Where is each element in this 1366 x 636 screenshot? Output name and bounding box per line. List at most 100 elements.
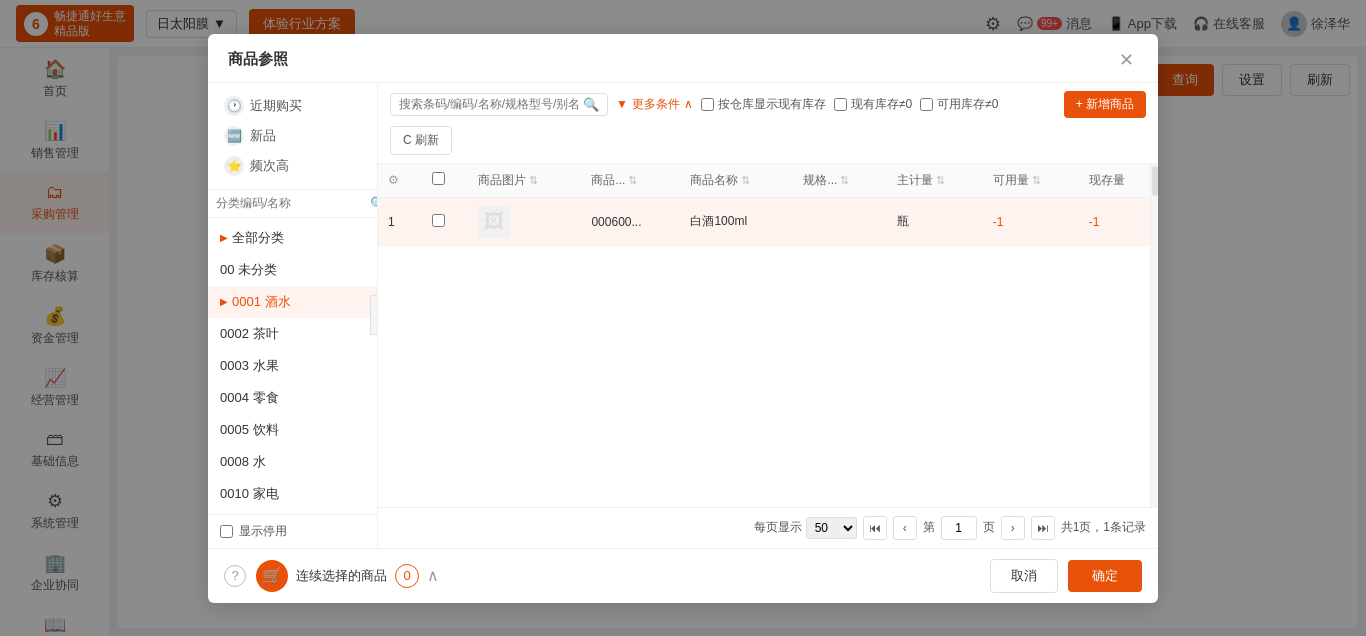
- th-image: 商品图片 ⇅: [468, 164, 581, 198]
- quick-item-recent[interactable]: 🕐 近期购买: [216, 91, 369, 121]
- check-available-nonzero[interactable]: [920, 98, 933, 111]
- product-table-wrapper: ⚙ 商品图片 ⇅ 商品...: [378, 164, 1158, 507]
- category-panel: 🕐 近期购买 🆕 新品 ⭐ 频次高 《: [208, 83, 378, 548]
- per-page-select[interactable]: 10 20 50 100: [806, 517, 857, 539]
- category-list: ▶ 全部分类 00 未分类 ▶ 0001 酒水 0002 茶叶 0003 水果: [208, 218, 377, 514]
- cart-area: 🛒 连续选择的商品 0 ∧: [256, 560, 439, 592]
- td-image: 🖼: [468, 197, 581, 246]
- product-table: ⚙ 商品图片 ⇅ 商品...: [378, 164, 1158, 247]
- cancel-button[interactable]: 取消: [990, 559, 1058, 593]
- refresh-product-button[interactable]: C 刷新: [390, 126, 452, 155]
- check-warehouse-label[interactable]: 按仓库显示现有库存: [701, 96, 826, 113]
- first-page-button[interactable]: ⏮: [863, 516, 887, 540]
- frequent-icon: ⭐: [224, 156, 244, 176]
- td-spec: [793, 197, 886, 246]
- td-code: 000600...: [581, 197, 680, 246]
- check-stock-nonzero-label[interactable]: 现有库存≠0: [834, 96, 912, 113]
- th-checkbox[interactable]: [422, 164, 469, 198]
- td-stock: -1: [1079, 197, 1158, 246]
- add-product-button[interactable]: + 新增商品: [1064, 91, 1146, 118]
- td-checkbox[interactable]: [422, 197, 469, 246]
- product-image: 🖼: [478, 206, 510, 238]
- cat-item-liquor[interactable]: ▶ 0001 酒水: [208, 286, 377, 318]
- table-header-row: ⚙ 商品图片 ⇅ 商品...: [378, 164, 1158, 198]
- help-icon[interactable]: ?: [224, 565, 246, 587]
- sort-spec-icon[interactable]: ⇅: [840, 174, 849, 187]
- cat-item-water[interactable]: 0008 水: [208, 446, 377, 478]
- cart-icon[interactable]: 🛒: [256, 560, 288, 592]
- cat-item-fruit[interactable]: 0003 水果: [208, 350, 377, 382]
- recent-icon: 🕐: [224, 96, 244, 116]
- chevron-up-icon: ∧: [684, 97, 693, 111]
- modal-footer: ? 🛒 连续选择的商品 0 ∧ 取消 确定: [208, 548, 1158, 603]
- search-box: 🔍: [390, 93, 608, 116]
- category-search-icon[interactable]: 🔍: [370, 196, 378, 211]
- sort-available-icon[interactable]: ⇅: [1032, 174, 1041, 187]
- td-num: 1: [378, 197, 422, 246]
- check-available-nonzero-label[interactable]: 可用库存≠0: [920, 96, 998, 113]
- cart-collapse-icon[interactable]: ∧: [427, 566, 439, 585]
- sort-unit-icon[interactable]: ⇅: [936, 174, 945, 187]
- category-search-input[interactable]: [216, 196, 366, 210]
- modal-title: 商品参照: [228, 50, 288, 69]
- category-footer: 显示停用: [208, 514, 377, 548]
- cat-item-all[interactable]: ▶ 全部分类: [208, 222, 377, 254]
- last-page-button[interactable]: ⏭: [1031, 516, 1055, 540]
- page-number-input[interactable]: [941, 516, 977, 540]
- sort-name-icon[interactable]: ⇅: [741, 174, 750, 187]
- table-row[interactable]: 1 🖼 000600... 白酒100ml 瓶: [378, 197, 1158, 246]
- page-info: 共1页，1条记录: [1061, 519, 1146, 536]
- show-disabled-checkbox[interactable]: [220, 525, 233, 538]
- category-search: 🔍: [208, 190, 377, 218]
- td-available: -1: [983, 197, 1079, 246]
- row-checkbox[interactable]: [432, 214, 445, 227]
- column-settings-icon[interactable]: ⚙: [388, 173, 399, 187]
- th-code: 商品... ⇅: [581, 164, 680, 198]
- more-filter-button[interactable]: ▼ 更多条件 ∧: [616, 96, 693, 113]
- th-settings[interactable]: ⚙: [378, 164, 422, 198]
- check-warehouse[interactable]: [701, 98, 714, 111]
- cat-item-uncategorized[interactable]: 00 未分类: [208, 254, 377, 286]
- sort-image-icon[interactable]: ⇅: [529, 174, 538, 187]
- toolbar: 🔍 ▼ 更多条件 ∧ 按仓库显示现有库存 现有库存≠0: [378, 83, 1158, 164]
- pagination: 每页显示 10 20 50 100 ⏮ ‹ 第 页 › ⏭: [378, 507, 1158, 548]
- modal-header: 商品参照 ✕: [208, 34, 1158, 83]
- product-reference-modal: 商品参照 ✕ 🕐 近期购买 🆕 新品 ⭐: [208, 34, 1158, 603]
- th-name: 商品名称 ⇅: [680, 164, 793, 198]
- page-label-suffix: 页: [983, 519, 995, 536]
- quick-item-frequent[interactable]: ⭐ 频次高: [216, 151, 369, 181]
- prev-page-button[interactable]: ‹: [893, 516, 917, 540]
- th-spec: 规格... ⇅: [793, 164, 886, 198]
- confirm-button[interactable]: 确定: [1068, 560, 1142, 592]
- th-available: 可用量 ⇅: [983, 164, 1079, 198]
- search-icon[interactable]: 🔍: [583, 97, 599, 112]
- filter-icon: ▼: [616, 97, 628, 111]
- modal-close-button[interactable]: ✕: [1114, 48, 1138, 72]
- per-page-selector: 每页显示 10 20 50 100: [754, 517, 857, 539]
- scrollbar-thumb: [1152, 166, 1158, 196]
- cat-arrow-liquor: ▶: [220, 296, 228, 307]
- cat-item-beverage[interactable]: 0005 饮料: [208, 414, 377, 446]
- select-all-checkbox[interactable]: [432, 172, 445, 185]
- new-icon: 🆕: [224, 126, 244, 146]
- cat-item-snack[interactable]: 0004 零食: [208, 382, 377, 414]
- sort-code-icon[interactable]: ⇅: [628, 174, 637, 187]
- cat-item-tea[interactable]: 0002 茶叶: [208, 318, 377, 350]
- td-name: 白酒100ml: [680, 197, 793, 246]
- modal-body: 🕐 近期购买 🆕 新品 ⭐ 频次高 《: [208, 83, 1158, 548]
- cart-count: 0: [395, 564, 419, 588]
- th-unit: 主计量 ⇅: [887, 164, 983, 198]
- cat-arrow-all: ▶: [220, 232, 228, 243]
- category-collapse-button[interactable]: 《: [370, 295, 378, 335]
- th-stock: 现存量: [1079, 164, 1158, 198]
- next-page-button[interactable]: ›: [1001, 516, 1025, 540]
- quick-item-new[interactable]: 🆕 新品: [216, 121, 369, 151]
- right-panel: 🔍 ▼ 更多条件 ∧ 按仓库显示现有库存 现有库存≠0: [378, 83, 1158, 548]
- check-stock-nonzero[interactable]: [834, 98, 847, 111]
- quick-list: 🕐 近期购买 🆕 新品 ⭐ 频次高: [208, 83, 377, 190]
- cat-item-appliance[interactable]: 0010 家电: [208, 478, 377, 510]
- scrollbar-track: [1150, 164, 1158, 507]
- page-label: 第: [923, 519, 935, 536]
- show-disabled-label: 显示停用: [239, 523, 287, 540]
- product-search-input[interactable]: [399, 97, 579, 111]
